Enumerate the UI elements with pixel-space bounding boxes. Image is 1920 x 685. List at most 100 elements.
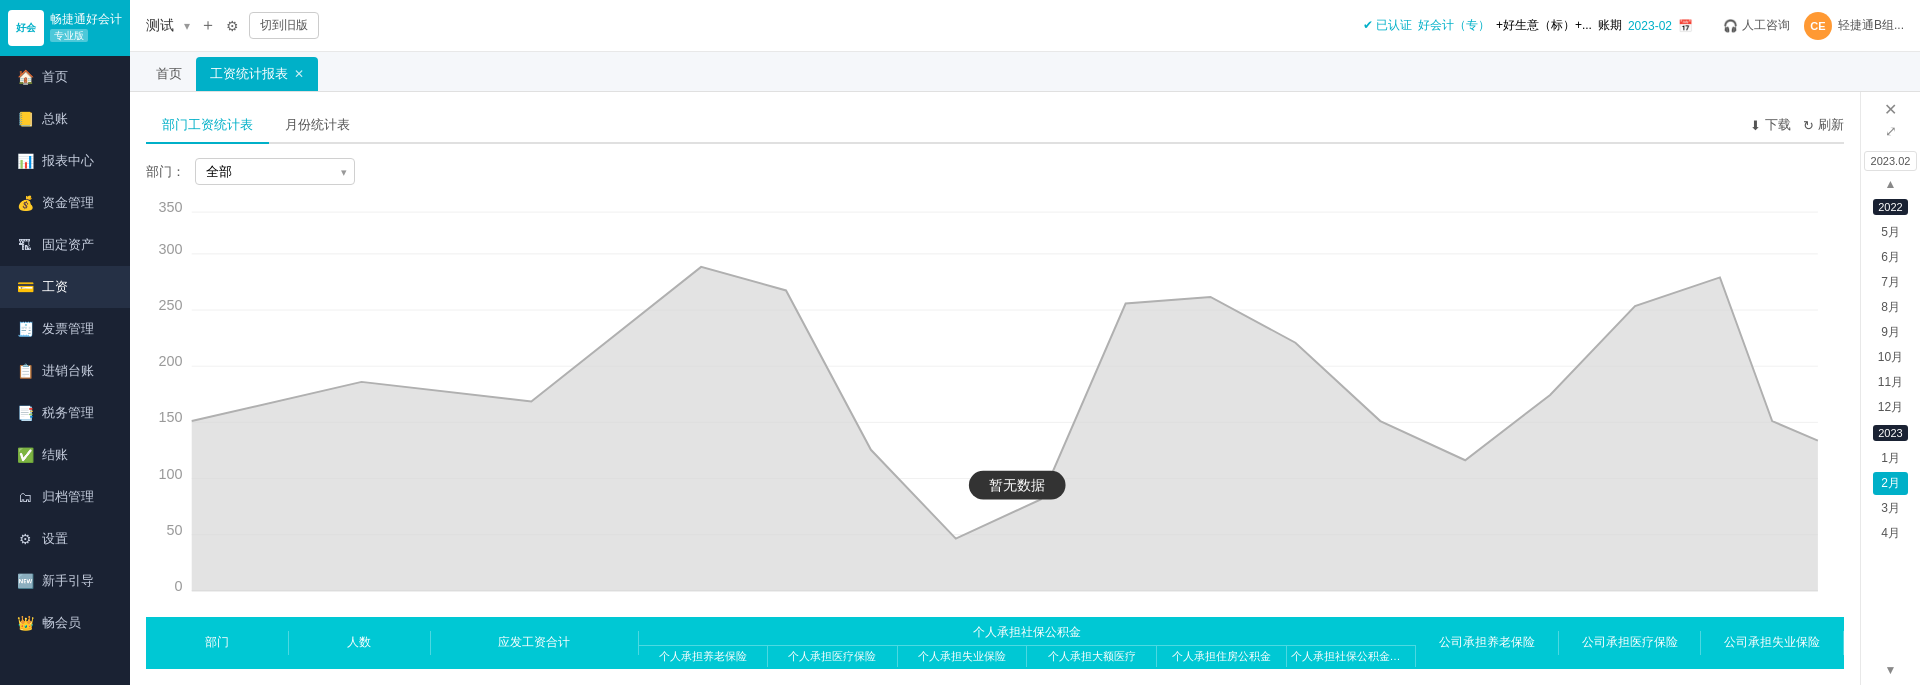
month-item-2023-3月[interactable]: 3月 xyxy=(1873,497,1908,520)
settings-icon: ⚙ xyxy=(16,531,34,547)
month-list: 20225月6月7月8月9月10月11月12月20231月2月3月4月 xyxy=(1870,195,1911,659)
sidebar-item-reports[interactable]: 📊报表中心 xyxy=(0,140,130,182)
sidebar-item-assets[interactable]: 🏗 固定资产 xyxy=(0,224,130,266)
sidebar-label-salary: 工资 xyxy=(42,278,68,296)
th-unemployment: 个人承担失业保险 xyxy=(898,646,1028,667)
panel-scroll-down-icon[interactable]: ▼ xyxy=(1885,663,1897,677)
content-area: 部门工资统计表 月份统计表 ⬇ 下载 ↻ 刷新 xyxy=(130,92,1920,685)
dept-select[interactable]: 全部销售部财务部行政部技术部 xyxy=(195,158,355,185)
svg-text:0: 0 xyxy=(175,578,183,594)
sidebar-item-funds[interactable]: 💰资金管理 xyxy=(0,182,130,224)
year-2023-badge: 2023 xyxy=(1873,425,1907,441)
settle-icon: ✅ xyxy=(16,447,34,463)
panel-expand-icon[interactable]: ⤢ xyxy=(1885,123,1897,139)
sidebar-label-reports: 报表中心 xyxy=(42,152,94,170)
th-housing: 个人承担住房公积金 xyxy=(1157,646,1287,667)
month-item-11月[interactable]: 11月 xyxy=(1870,371,1911,394)
sidebar-item-tax[interactable]: 📑 税务管理 xyxy=(0,392,130,434)
sidebar-label-sales: 进销台账 xyxy=(42,362,94,380)
tax-icon: 📑 xyxy=(16,405,34,421)
sidebar-item-archive[interactable]: 🗂归档管理 xyxy=(0,476,130,518)
assets-icon: 🏗 xyxy=(16,237,34,253)
sidebar-label-settle: 结账 xyxy=(42,446,68,464)
cert-status: ✔ 已认证 xyxy=(1363,17,1412,34)
svg-text:350: 350 xyxy=(159,199,183,215)
sidebar-item-member[interactable]: 👑畅会员 xyxy=(0,602,130,644)
th-count: 人数 xyxy=(289,631,432,655)
good-status: 好会计（专） xyxy=(1418,17,1490,34)
month-item-8月[interactable]: 8月 xyxy=(1873,296,1908,319)
calendar-icon[interactable]: 📅 xyxy=(1678,19,1693,33)
sidebar-label-guide: 新手引导 xyxy=(42,572,94,590)
sidebar-label-assets: 固定资产 xyxy=(42,236,94,254)
chart-tooltip-text: 暂无数据 xyxy=(989,477,1045,493)
refresh-icon: ↻ xyxy=(1803,118,1814,133)
tab-close-icon[interactable]: ✕ xyxy=(294,68,304,80)
sidebar-item-sales[interactable]: 📋 进销台账 xyxy=(0,350,130,392)
sidebar-label-settings: 设置 xyxy=(42,530,68,548)
month-item-7月[interactable]: 7月 xyxy=(1873,271,1908,294)
th-co-pension: 公司承担养老保险 xyxy=(1416,631,1559,655)
tab-salary-stats[interactable]: 工资统计报表 ✕ xyxy=(196,57,318,91)
sidebar-item-settings[interactable]: ⚙ 设置 xyxy=(0,518,130,560)
logo-text: 畅捷通好会计 专业版 xyxy=(50,12,122,43)
avatar: CE xyxy=(1804,12,1832,40)
sidebar-item-settle[interactable]: ✅ 结账 xyxy=(0,434,130,476)
topbar-add-button[interactable]: ＋ xyxy=(200,15,216,36)
svg-text:300: 300 xyxy=(159,241,183,257)
download-button[interactable]: ⬇ 下载 xyxy=(1750,116,1791,134)
panel-scroll-up-icon[interactable]: ▲ xyxy=(1885,177,1897,191)
svg-text:50: 50 xyxy=(167,522,183,538)
month-item-2023-4月[interactable]: 4月 xyxy=(1873,522,1908,545)
refresh-button[interactable]: ↻ 刷新 xyxy=(1803,116,1844,134)
sidebar-label-ledger: 总账 xyxy=(42,110,68,128)
switch-version-button[interactable]: 切到旧版 xyxy=(249,12,319,39)
month-item-9月[interactable]: 9月 xyxy=(1873,321,1908,344)
svg-text:250: 250 xyxy=(159,297,183,313)
th-co-medical: 公司承担医疗保险 xyxy=(1559,631,1702,655)
filter-row: 部门： 全部销售部财务部行政部技术部 ▾ xyxy=(146,158,1844,185)
month-item-6月[interactable]: 6月 xyxy=(1873,246,1908,269)
sidebar-label-archive: 归档管理 xyxy=(42,488,94,506)
topbar-dropdown-icon[interactable]: ▾ xyxy=(184,19,190,33)
panel-close-icon[interactable]: ✕ xyxy=(1884,100,1897,119)
th-total-salary: 应发工资合计 xyxy=(431,631,638,655)
consult-button[interactable]: 🎧 人工咨询 xyxy=(1723,17,1790,34)
salary-icon: 💳 xyxy=(16,279,34,295)
sidebar-item-salary[interactable]: 💳 工资 xyxy=(0,266,130,308)
sales-icon: 📋 xyxy=(16,363,34,379)
chart-area xyxy=(192,267,1818,591)
month-item-12月[interactable]: 12月 xyxy=(1870,396,1911,419)
sidebar-item-ledger[interactable]: 📒总账 xyxy=(0,98,130,140)
month-item-10月[interactable]: 10月 xyxy=(1870,346,1911,369)
chart-svg: 0 50 100 150 200 250 300 350 xyxy=(146,199,1844,617)
plus-status: +好生意（标）+... xyxy=(1496,17,1592,34)
th-group-cells: 个人承担养老保险个人承担医疗保险个人承担失业保险个人承担大额医疗个人承担住房公积… xyxy=(639,646,1417,667)
month-item-2023-1月[interactable]: 1月 xyxy=(1873,447,1908,470)
table-header: 部门 人数 应发工资合计 个人承担社保公积金 个人承担养老保险个人承担医疗保险个… xyxy=(146,617,1844,669)
download-icon: ⬇ xyxy=(1750,118,1761,133)
tabbar: 首页 工资统计报表 ✕ xyxy=(130,52,1920,92)
sidebar-label-tax: 税务管理 xyxy=(42,404,94,422)
salary-stats-tab-label: 工资统计报表 xyxy=(210,65,288,83)
tab-home[interactable]: 首页 xyxy=(146,57,192,91)
chart-container: 0 50 100 150 200 250 300 350 xyxy=(146,199,1844,617)
member-icon: 👑 xyxy=(16,615,34,631)
sidebar-item-guide[interactable]: 🆕新手引导 xyxy=(0,560,130,602)
topbar-status: ✔ 已认证 好会计（专） +好生意（标）+... 账期 2023-02 📅 xyxy=(1363,17,1693,34)
topbar-gear-icon[interactable]: ⚙ xyxy=(226,18,239,34)
user-menu[interactable]: CE 轻捷通B组... xyxy=(1804,12,1904,40)
sidebar-label-home: 首页 xyxy=(42,68,68,86)
dept-filter-label: 部门： xyxy=(146,163,185,181)
th-group-title: 个人承担社保公积金 xyxy=(639,620,1417,646)
sidebar-item-invoice[interactable]: 🧾发票管理 xyxy=(0,308,130,350)
sub-tab-dept[interactable]: 部门工资统计表 xyxy=(146,108,269,142)
sidebar-item-home[interactable]: 🏠首页 xyxy=(0,56,130,98)
month-item-5月[interactable]: 5月 xyxy=(1873,221,1908,244)
th-group-personal: 个人承担社保公积金 个人承担养老保险个人承担医疗保险个人承担失业保险个人承担大额… xyxy=(639,620,1417,667)
sub-tab-monthly[interactable]: 月份统计表 xyxy=(269,108,366,142)
th-medical: 个人承担医疗保险 xyxy=(768,646,898,667)
month-item-2023-2月[interactable]: 2月 xyxy=(1873,472,1908,495)
panel-date-label: 2023.02 xyxy=(1864,151,1918,171)
right-panel: ✕ ⤢ 2023.02 ▲ 20225月6月7月8月9月10月11月12月202… xyxy=(1860,92,1920,685)
